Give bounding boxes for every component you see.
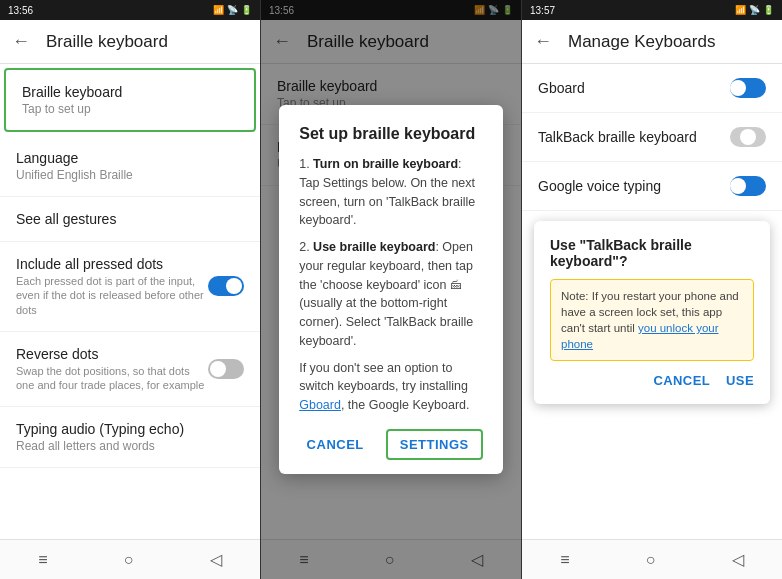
step2-title: Use braille keyboard (313, 240, 435, 254)
status-bar-3: 13:57 📶 📡 🔋 (522, 0, 782, 20)
page-title-3: Manage Keyboards (568, 32, 715, 52)
include-dots-subtitle: Each pressed dot is part of the input, e… (16, 274, 206, 317)
gboard-label: Gboard (538, 80, 585, 96)
include-dots-toggle[interactable] (208, 276, 244, 296)
gboard-link[interactable]: Gboard (299, 398, 341, 412)
setting-braille-keyboard-title: Braille keyboard (22, 84, 238, 100)
wifi-icon-1: 📡 (227, 5, 238, 15)
page-title-1: Braille keyboard (46, 32, 168, 52)
setting-see-all-gestures[interactable]: See all gestures (0, 197, 260, 242)
dialog-overlay: Set up braille keyboard 1. Turn on brail… (261, 0, 521, 579)
google-voice-label: Google voice typing (538, 178, 661, 194)
battery-icon-1: 🔋 (241, 5, 252, 15)
setting-language-subtitle: Unified English Braille (16, 168, 244, 182)
top-bar-3: ← Manage Keyboards (522, 20, 782, 64)
dialog-settings-button[interactable]: Settings (386, 429, 483, 460)
time-3: 13:57 (530, 5, 555, 16)
nav-back-3[interactable]: ◁ (732, 550, 744, 569)
battery-icon-3: 🔋 (763, 5, 774, 15)
small-dialog-cancel-button[interactable]: Cancel (653, 373, 710, 388)
manage-keyboards-list: Gboard TalkBack braille keyboard Google … (522, 64, 782, 539)
gboard-toggle[interactable] (730, 78, 766, 98)
signal-icon-1: 📶 (213, 5, 224, 15)
google-voice-toggle[interactable] (730, 176, 766, 196)
dialog-body: 1. Turn on braille keyboard: Tap Setting… (299, 155, 483, 415)
extra-text: If you don't see an option to switch key… (299, 361, 468, 394)
nav-menu-3[interactable]: ≡ (560, 551, 569, 569)
step2-text: : Open your regular keyboard, then tap t… (299, 240, 473, 348)
panel-braille-keyboard-setup: 13:56 📶 📡 🔋 ← Braille keyboard Braille k… (260, 0, 521, 579)
setup-dialog: Set up braille keyboard 1. Turn on brail… (279, 105, 503, 474)
typing-audio-subtitle: Read all letters and words (16, 439, 244, 453)
wifi-icon-3: 📡 (749, 5, 760, 15)
small-dialog-actions: Cancel Use (550, 373, 754, 388)
typing-audio-title: Typing audio (Typing echo) (16, 421, 244, 437)
talkback-label: TalkBack braille keyboard (538, 129, 697, 145)
time-1: 13:56 (8, 5, 33, 16)
nav-menu-1[interactable]: ≡ (38, 551, 47, 569)
nav-back-1[interactable]: ◁ (210, 550, 222, 569)
dialog-title: Set up braille keyboard (299, 125, 483, 143)
include-dots-title: Include all pressed dots (16, 256, 206, 272)
small-dialog-title: Use "TalkBack braille keyboard"? (550, 237, 754, 269)
manage-item-google-voice[interactable]: Google voice typing (522, 162, 782, 211)
top-bar-1: ← Braille keyboard (0, 20, 260, 64)
bottom-nav-3: ≡ ○ ◁ (522, 539, 782, 579)
status-bar-1: 13:56 📶 📡 🔋 (0, 0, 260, 20)
setting-typing-audio[interactable]: Typing audio (Typing echo) Read all lett… (0, 407, 260, 468)
reverse-dots-subtitle: Swap the dot positions, so that dots one… (16, 364, 206, 393)
dialog-actions: Cancel Settings (299, 429, 483, 460)
setting-reverse-dots[interactable]: Reverse dots Swap the dot positions, so … (0, 332, 260, 408)
small-dialog-note: Note: If you restart your phone and have… (550, 279, 754, 361)
setting-braille-keyboard-subtitle: Tap to set up (22, 102, 238, 116)
talkback-toggle[interactable] (730, 127, 766, 147)
reverse-dots-title: Reverse dots (16, 346, 206, 362)
reverse-dots-toggle[interactable] (208, 359, 244, 379)
setting-include-pressed-dots[interactable]: Include all pressed dots Each pressed do… (0, 242, 260, 332)
signal-icon-3: 📶 (735, 5, 746, 15)
manage-item-gboard[interactable]: Gboard (522, 64, 782, 113)
nav-home-3[interactable]: ○ (646, 551, 656, 569)
setting-language-title: Language (16, 150, 244, 166)
dialog-cancel-button[interactable]: Cancel (295, 429, 376, 460)
setting-gestures-title: See all gestures (16, 211, 244, 227)
step1-title: Turn on braille keyboard (313, 157, 458, 171)
bottom-nav-1: ≡ ○ ◁ (0, 539, 260, 579)
panel-manage-keyboards: 13:57 📶 📡 🔋 ← Manage Keyboards Gboard Ta… (521, 0, 782, 579)
setting-language[interactable]: Language Unified English Braille (0, 136, 260, 197)
extra-end: , the Google Keyboard. (341, 398, 470, 412)
panel-braille-keyboard-settings: 13:56 📶 📡 🔋 ← Braille keyboard Braille k… (0, 0, 260, 579)
nav-home-1[interactable]: ○ (124, 551, 134, 569)
back-button-1[interactable]: ← (12, 31, 30, 52)
back-button-3[interactable]: ← (534, 31, 552, 52)
talkback-confirm-dialog: Use "TalkBack braille keyboard"? Note: I… (534, 221, 770, 404)
manage-item-talkback[interactable]: TalkBack braille keyboard (522, 113, 782, 162)
settings-list-1: Braille keyboard Tap to set up Language … (0, 64, 260, 539)
small-dialog-use-button[interactable]: Use (726, 373, 754, 388)
setting-braille-keyboard[interactable]: Braille keyboard Tap to set up (4, 68, 256, 132)
